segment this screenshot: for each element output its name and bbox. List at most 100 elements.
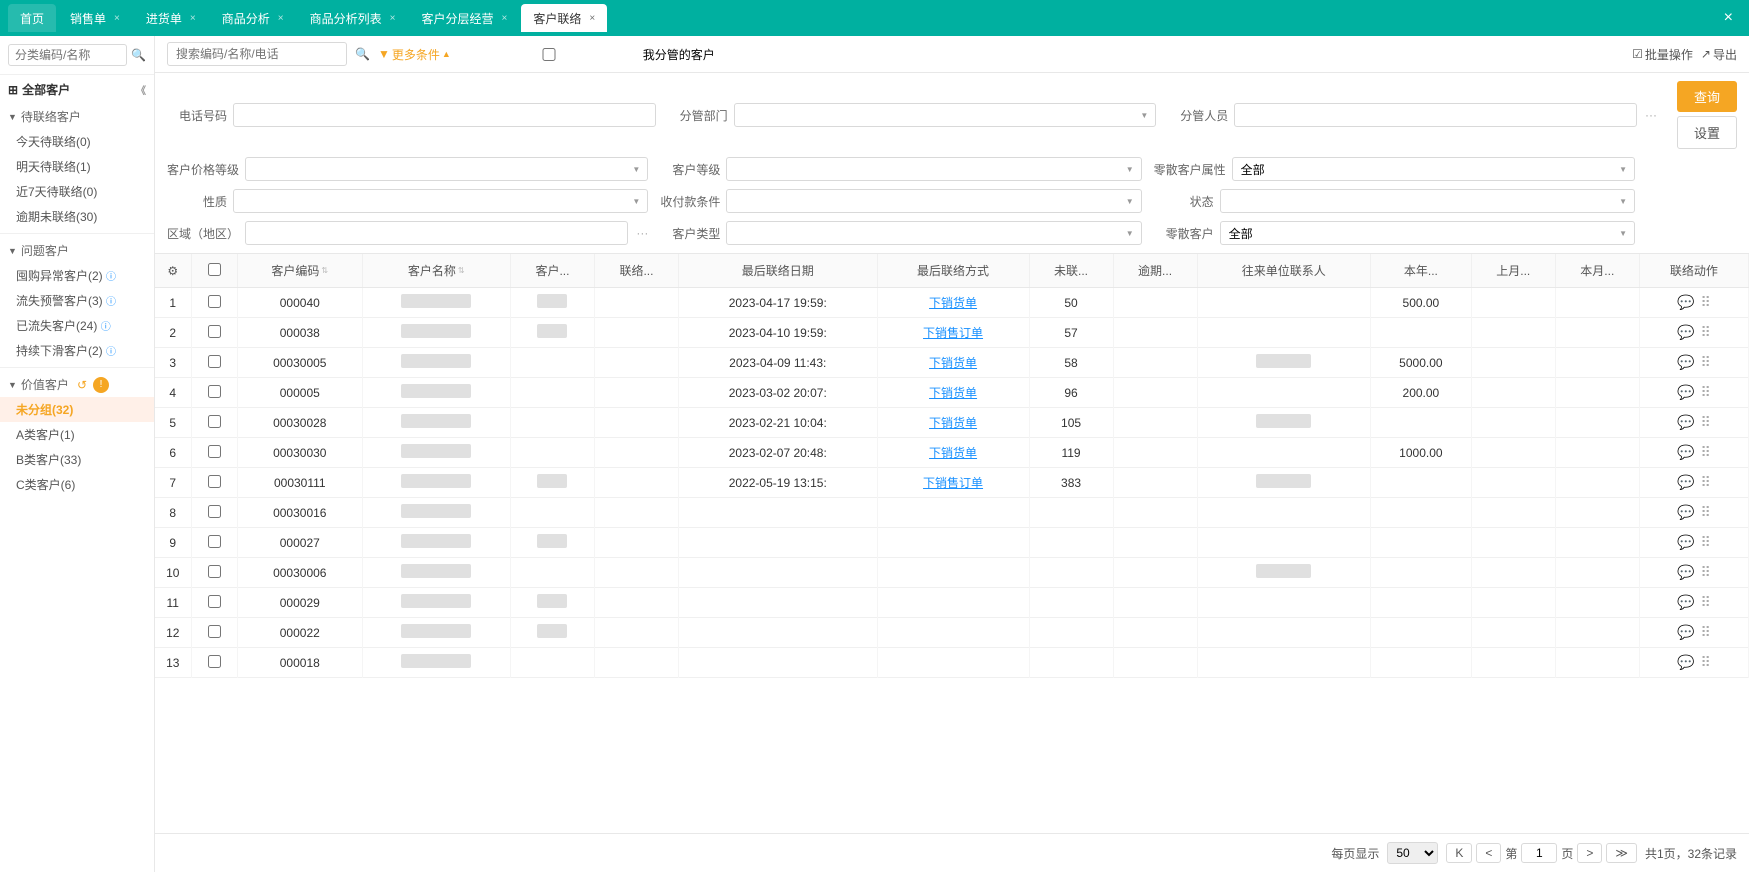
person-dots-icon[interactable]: ··· (1645, 108, 1657, 122)
more-icon[interactable]: ⠿ (1701, 534, 1711, 551)
last-type-link[interactable]: 下销货单 (929, 296, 977, 310)
row-checkbox[interactable] (208, 565, 221, 578)
contact-icon[interactable]: 💬 (1677, 594, 1694, 611)
retail-attr-select[interactable] (1232, 157, 1635, 181)
row-checkbox[interactable] (208, 505, 221, 518)
sidebar-item-overdue-contact[interactable]: 逾期未联络(30) (0, 204, 154, 229)
tab-purchase-order-close[interactable]: × (190, 13, 196, 24)
row-checkbox[interactable] (208, 325, 221, 338)
more-icon[interactable]: ⠿ (1701, 384, 1711, 401)
region-dots-icon[interactable]: ··· (636, 226, 648, 240)
sidebar-collapse-icon[interactable]: 《 (136, 82, 146, 97)
search-input[interactable] (167, 42, 347, 66)
row-checkbox[interactable] (208, 385, 221, 398)
more-icon[interactable]: ⠿ (1701, 654, 1711, 671)
row-checkbox[interactable] (208, 295, 221, 308)
row-checkbox[interactable] (208, 475, 221, 488)
tab-product-analysis-list[interactable]: 商品分析列表 × (298, 4, 408, 32)
col-this-year-header[interactable]: 本年... (1370, 254, 1471, 288)
row-checkbox[interactable] (208, 355, 221, 368)
row-checkbox[interactable] (208, 595, 221, 608)
customer-level-select[interactable] (726, 157, 1141, 181)
nature-select[interactable] (233, 189, 648, 213)
row-checkbox[interactable] (208, 535, 221, 548)
tab-purchase-order[interactable]: 进货单 × (134, 4, 208, 32)
col-overdue-header[interactable]: 逾期... (1113, 254, 1197, 288)
row-checkbox[interactable] (208, 415, 221, 428)
name-sort[interactable]: 客户名称 ⇅ (408, 262, 465, 279)
price-level-select[interactable] (245, 157, 648, 181)
sidebar-item-ungroup[interactable]: 未分组(32) (0, 397, 154, 422)
tab-product-analysis-close[interactable]: × (278, 13, 284, 24)
more-icon[interactable]: ⠿ (1701, 354, 1711, 371)
col-uncontacted-header[interactable]: 未联... (1029, 254, 1113, 288)
col-this-month-header[interactable]: 本月... (1555, 254, 1639, 288)
last-type-link[interactable]: 下销售订单 (923, 326, 983, 340)
col-last-date-header[interactable]: 最后联络日期 (679, 254, 878, 288)
col-last-type-header[interactable]: 最后联络方式 (877, 254, 1029, 288)
my-customers-checkbox-label[interactable]: 我分管的客户 (459, 46, 715, 63)
category-search-input[interactable] (8, 44, 127, 66)
tab-home[interactable]: 首页 (8, 4, 56, 32)
sidebar-item-week-contact[interactable]: 近7天待联络(0) (0, 179, 154, 204)
more-icon[interactable]: ⠿ (1701, 324, 1711, 341)
sidebar-item-tomorrow-contact[interactable]: 明天待联络(1) (0, 154, 154, 179)
status-select[interactable] (1220, 189, 1635, 213)
last-type-link[interactable]: 下销货单 (929, 356, 977, 370)
tab-customer-segment-close[interactable]: × (501, 13, 507, 24)
last-type-link[interactable]: 下销售订单 (923, 476, 983, 490)
col-contact-person-header[interactable]: 往来单位联系人 (1197, 254, 1370, 288)
category-search-icon[interactable]: 🔍 (131, 48, 146, 62)
contact-icon[interactable]: 💬 (1677, 534, 1694, 551)
row-checkbox[interactable] (208, 655, 221, 668)
sidebar-item-declining[interactable]: 持续下滑客户(2) ⓘ (0, 338, 154, 363)
refresh-icon[interactable]: ↺ (77, 378, 87, 392)
contact-icon[interactable]: 💬 (1677, 624, 1694, 641)
row-checkbox[interactable] (208, 625, 221, 638)
col-contact-header[interactable]: 联络... (594, 254, 678, 288)
contact-icon[interactable]: 💬 (1677, 414, 1694, 431)
query-button[interactable]: 查询 (1677, 81, 1737, 112)
contact-icon[interactable]: 💬 (1677, 354, 1694, 371)
more-icon[interactable]: ⠿ (1701, 564, 1711, 581)
all-customers-header[interactable]: ⊞ 全部客户 《 (0, 75, 154, 104)
more-icon[interactable]: ⠿ (1701, 624, 1711, 641)
contact-icon[interactable]: 💬 (1677, 294, 1694, 311)
contact-icon[interactable]: 💬 (1677, 444, 1694, 461)
tab-sales-order-close[interactable]: × (114, 13, 120, 24)
first-page-button[interactable]: K (1446, 843, 1472, 863)
col-name-header[interactable]: 客户名称 ⇅ (362, 254, 510, 288)
last-type-link[interactable]: 下销货单 (929, 416, 977, 430)
contact-icon[interactable]: 💬 (1677, 654, 1694, 671)
more-icon[interactable]: ⠿ (1701, 444, 1711, 461)
payment-select[interactable] (726, 189, 1141, 213)
tab-customer-contact-close[interactable]: × (589, 13, 595, 24)
last-type-link[interactable]: 下销货单 (929, 386, 977, 400)
customer-type-select[interactable] (726, 221, 1141, 245)
page-number-input[interactable] (1521, 843, 1557, 863)
contact-icon[interactable]: 💬 (1677, 564, 1694, 581)
export-button[interactable]: ↗ 导出 (1701, 46, 1737, 63)
select-all-checkbox[interactable] (208, 263, 221, 276)
pending-contact-group[interactable]: ▼ 待联络客户 (0, 104, 154, 129)
sidebar-item-class-a[interactable]: A类客户(1) (0, 422, 154, 447)
region-input[interactable] (245, 221, 628, 245)
gear-icon[interactable]: ⚙ (167, 264, 178, 278)
per-page-select[interactable]: 50 100 (1387, 842, 1438, 864)
last-type-link[interactable]: 下销货单 (929, 446, 977, 460)
col-code-header[interactable]: 客户编码 ⇅ (237, 254, 362, 288)
more-icon[interactable]: ⠿ (1701, 504, 1711, 521)
row-checkbox[interactable] (208, 445, 221, 458)
contact-icon[interactable]: 💬 (1677, 384, 1694, 401)
tab-product-analysis[interactable]: 商品分析 × (210, 4, 296, 32)
col-last-month-header[interactable]: 上月... (1471, 254, 1555, 288)
contact-icon[interactable]: 💬 (1677, 504, 1694, 521)
tab-customer-segment[interactable]: 客户分层经营 × (409, 4, 519, 32)
sidebar-item-churned[interactable]: 已流失客户(24) ⓘ (0, 313, 154, 338)
sidebar-item-class-c[interactable]: C类客户(6) (0, 472, 154, 497)
close-all-button[interactable]: × (1716, 9, 1741, 27)
phone-input[interactable] (233, 103, 656, 127)
last-page-button[interactable]: ≫ (1606, 843, 1637, 863)
reset-button[interactable]: 设置 (1677, 116, 1737, 149)
more-icon[interactable]: ⠿ (1701, 414, 1711, 431)
